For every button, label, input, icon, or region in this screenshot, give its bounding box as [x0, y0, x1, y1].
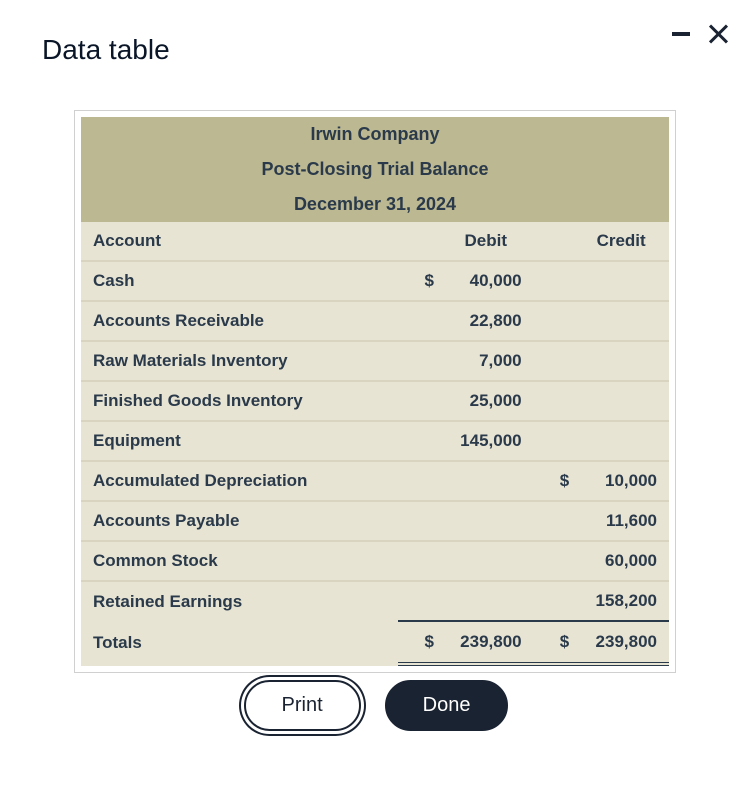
totals-debit: 239,800: [438, 621, 534, 664]
credit-symbol: [534, 301, 574, 341]
close-icon[interactable]: [708, 24, 728, 44]
debit-value: 7,000: [438, 341, 534, 381]
table-header-date: December 31, 2024: [81, 187, 669, 222]
table-row: Cash $ 40,000: [81, 261, 669, 301]
account-name: Finished Goods Inventory: [81, 381, 398, 421]
debit-symbol: [398, 341, 438, 381]
trial-balance-table: Irwin Company Post-Closing Trial Balance…: [74, 110, 676, 673]
credit-value: 11,600: [573, 501, 669, 541]
table-row: Raw Materials Inventory 7,000: [81, 341, 669, 381]
page-title: Data table: [42, 34, 170, 66]
totals-debit-symbol: $: [398, 621, 438, 664]
table-row: Retained Earnings 158,200: [81, 581, 669, 621]
col-debit: Debit: [438, 222, 534, 261]
debit-symbol: [398, 541, 438, 581]
credit-symbol: [534, 421, 574, 461]
credit-symbol: [534, 261, 574, 301]
account-name: Raw Materials Inventory: [81, 341, 398, 381]
table-row: Common Stock 60,000: [81, 541, 669, 581]
col-account: Account: [81, 222, 398, 261]
credit-value: [573, 381, 669, 421]
account-name: Accounts Receivable: [81, 301, 398, 341]
account-name: Common Stock: [81, 541, 398, 581]
debit-value: 25,000: [438, 381, 534, 421]
credit-value: 158,200: [573, 581, 669, 621]
credit-symbol: [534, 341, 574, 381]
account-name: Accounts Payable: [81, 501, 398, 541]
credit-value: [573, 261, 669, 301]
report-date: December 31, 2024: [81, 187, 669, 222]
account-name: Cash: [81, 261, 398, 301]
credit-value: [573, 301, 669, 341]
credit-value: [573, 341, 669, 381]
table-row: Accounts Receivable 22,800: [81, 301, 669, 341]
credit-value: 10,000: [573, 461, 669, 501]
credit-symbol: [534, 541, 574, 581]
print-button[interactable]: Print: [244, 680, 361, 731]
account-name: Accumulated Depreciation: [81, 461, 398, 501]
debit-symbol: [398, 421, 438, 461]
debit-value: 22,800: [438, 301, 534, 341]
debit-value: 40,000: [438, 261, 534, 301]
debit-value: [438, 581, 534, 621]
debit-symbol: [398, 581, 438, 621]
debit-value: [438, 501, 534, 541]
account-name: Equipment: [81, 421, 398, 461]
table-row: Equipment 145,000: [81, 421, 669, 461]
table-row: Finished Goods Inventory 25,000: [81, 381, 669, 421]
window-controls: [672, 24, 728, 44]
column-headers: Account Debit Credit: [81, 222, 669, 261]
company-name: Irwin Company: [81, 117, 669, 152]
credit-value: [573, 421, 669, 461]
debit-symbol: [398, 381, 438, 421]
debit-symbol: $: [398, 261, 438, 301]
debit-symbol: [398, 461, 438, 501]
totals-credit-symbol: $: [534, 621, 574, 664]
credit-symbol: [534, 501, 574, 541]
totals-credit: 239,800: [573, 621, 669, 664]
debit-symbol: [398, 501, 438, 541]
report-name: Post-Closing Trial Balance: [81, 152, 669, 187]
account-name: Retained Earnings: [81, 581, 398, 621]
table-header-company: Irwin Company: [81, 117, 669, 152]
table-header-report: Post-Closing Trial Balance: [81, 152, 669, 187]
debit-value: 145,000: [438, 421, 534, 461]
credit-value: 60,000: [573, 541, 669, 581]
credit-symbol: [534, 381, 574, 421]
table-row: Accumulated Depreciation $ 10,000: [81, 461, 669, 501]
table-row: Accounts Payable 11,600: [81, 501, 669, 541]
totals-label: Totals: [81, 621, 398, 664]
done-button[interactable]: Done: [385, 680, 509, 731]
debit-value: [438, 541, 534, 581]
debit-value: [438, 461, 534, 501]
credit-symbol: [534, 581, 574, 621]
debit-symbol: [398, 301, 438, 341]
credit-symbol: $: [534, 461, 574, 501]
minimize-icon[interactable]: [672, 32, 690, 36]
totals-row: Totals $ 239,800 $ 239,800: [81, 621, 669, 664]
button-bar: Print Done: [0, 680, 752, 731]
col-credit: Credit: [573, 222, 669, 261]
